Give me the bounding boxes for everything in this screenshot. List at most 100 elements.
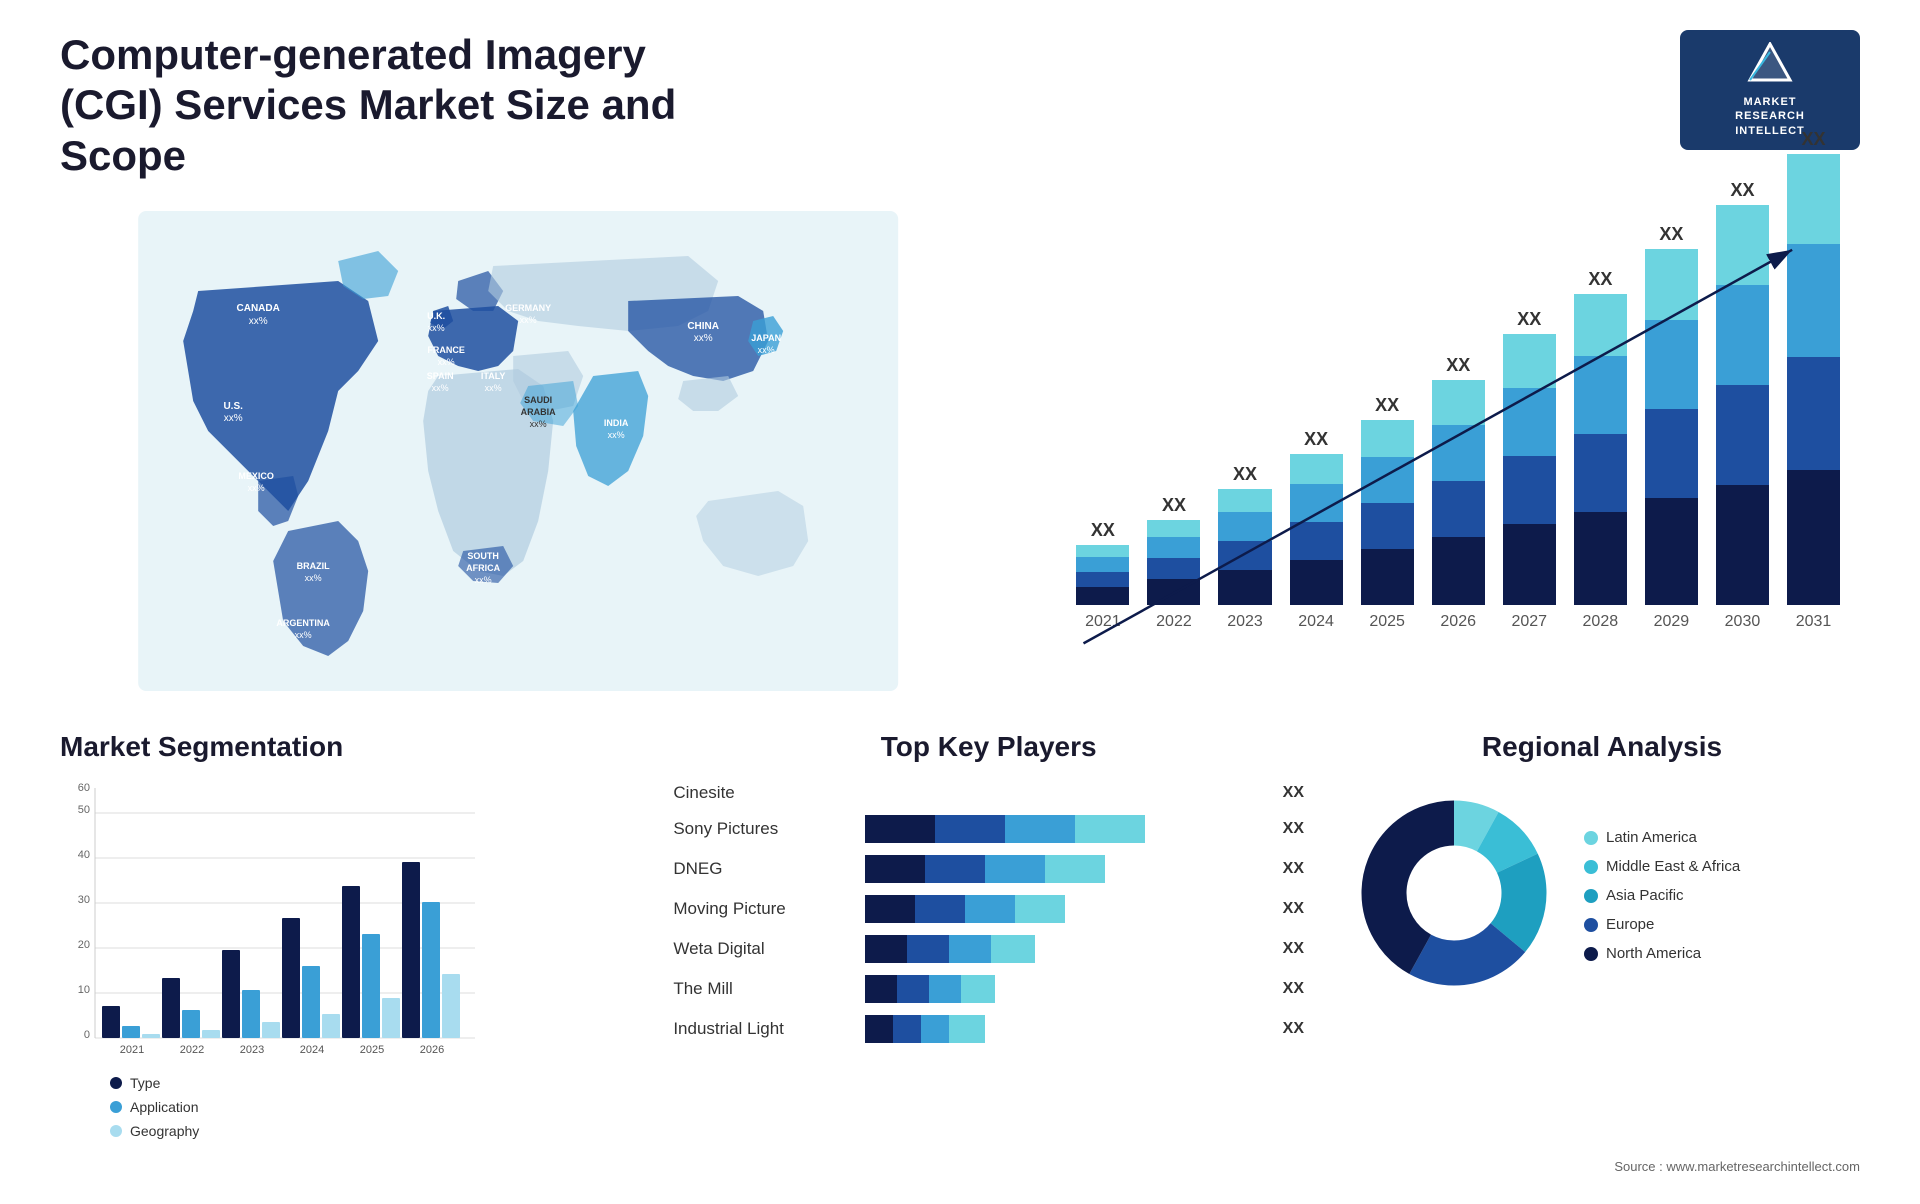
donut-legend-container: Latin America Middle East & Africa Asia … — [1344, 783, 1860, 1008]
bar-segment — [1716, 385, 1769, 485]
bar-stack-2028 — [1574, 294, 1627, 605]
player-bar — [865, 815, 1145, 843]
player-name: DNEG — [673, 859, 853, 879]
player-bar-container — [865, 935, 1262, 963]
bar-segment — [1218, 541, 1271, 570]
player-bar-container — [865, 855, 1262, 883]
svg-text:2021: 2021 — [120, 1044, 144, 1056]
svg-text:xx%: xx% — [694, 333, 713, 344]
bar-segment — [1290, 560, 1343, 605]
bar-segment — [1574, 434, 1627, 512]
bar-stack-2030 — [1716, 205, 1769, 605]
svg-text:SAUDI: SAUDI — [524, 395, 552, 405]
legend-item-europe: Europe — [1584, 916, 1740, 933]
player-value: XX — [1283, 820, 1304, 838]
bar-segment — [1147, 537, 1200, 558]
legend-dot-mea — [1584, 860, 1598, 874]
bar-segment — [1076, 557, 1129, 572]
bar-label-2026: XX — [1446, 355, 1470, 376]
svg-text:xx%: xx% — [295, 630, 312, 640]
svg-text:BRAZIL: BRAZIL — [297, 561, 330, 571]
player-bar-segment — [985, 855, 1045, 883]
legend-dot-geography — [110, 1125, 122, 1137]
bar-year-label: 2027 — [1511, 613, 1547, 631]
player-bar-container — [865, 895, 1262, 923]
player-bar-segment — [961, 975, 995, 1003]
bar-segment — [1716, 285, 1769, 385]
world-map-svg: CANADA xx% U.S. xx% MEXICO xx% BRAZIL xx… — [60, 211, 976, 691]
legend-item-type: Type — [110, 1075, 633, 1091]
player-row: DNEG XX — [673, 855, 1304, 883]
bar-segment — [1290, 484, 1343, 522]
player-bar-segment — [907, 935, 949, 963]
svg-text:30: 30 — [78, 894, 90, 906]
bar-stack-2027 — [1503, 334, 1556, 605]
bar-label-2023: XX — [1233, 464, 1257, 485]
bottom-section: Market Segmentation 0 10 20 30 40 50 60 — [60, 731, 1860, 1139]
regional-legend: Latin America Middle East & Africa Asia … — [1584, 829, 1740, 962]
bar-label-2029: XX — [1659, 224, 1683, 245]
bar-segment — [1716, 485, 1769, 605]
bar-year-label: 2024 — [1298, 613, 1334, 631]
bar-segment — [1716, 205, 1769, 285]
bar-group-2027: XX2027 — [1503, 309, 1556, 631]
bar-segment — [1218, 512, 1271, 541]
player-bar — [865, 1015, 985, 1043]
svg-text:xx%: xx% — [758, 345, 775, 355]
svg-text:JAPAN: JAPAN — [751, 333, 781, 343]
legend-dot-na — [1584, 947, 1598, 961]
player-bar-container — [865, 815, 1262, 843]
bar-year-label: 2021 — [1085, 613, 1121, 631]
bar-segment — [1503, 334, 1556, 388]
bar-segment — [1147, 579, 1200, 605]
bar-segment — [1645, 498, 1698, 605]
bar-segment — [1645, 320, 1698, 409]
grouped-bar-chart: 0 10 20 30 40 50 60 — [60, 783, 633, 1063]
bar-group-2028: XX2028 — [1574, 269, 1627, 631]
top-section: CANADA xx% U.S. xx% MEXICO xx% BRAZIL xx… — [60, 211, 1860, 691]
legend-dot-asia — [1584, 889, 1598, 903]
map-container: CANADA xx% U.S. xx% MEXICO xx% BRAZIL xx… — [60, 211, 976, 691]
bar-segment — [1361, 420, 1414, 457]
bar-segment — [1503, 524, 1556, 605]
regional-container: Regional Analysis — [1344, 731, 1860, 1008]
player-bar-container — [865, 1015, 1262, 1043]
svg-text:40: 40 — [78, 849, 90, 861]
segmentation-container: Market Segmentation 0 10 20 30 40 50 60 — [60, 731, 633, 1139]
player-value: XX — [1283, 860, 1304, 878]
svg-text:xx%: xx% — [475, 575, 492, 585]
segmentation-title: Market Segmentation — [60, 731, 633, 763]
player-bar — [865, 935, 1035, 963]
bar-stack-2022 — [1147, 520, 1200, 605]
player-bar-segment — [1005, 815, 1075, 843]
player-bar-segment — [865, 975, 897, 1003]
bar-segment — [1432, 380, 1485, 425]
player-row: Sony PicturesXX — [673, 815, 1304, 843]
bar-stack-2023 — [1218, 489, 1271, 605]
bar-group-2031: XX2031 — [1787, 129, 1840, 631]
player-name: The Mill — [673, 979, 853, 999]
bar-stack-2026 — [1432, 380, 1485, 605]
bar-segment — [1574, 512, 1627, 605]
svg-text:AFRICA: AFRICA — [466, 563, 500, 573]
svg-text:2022: 2022 — [180, 1044, 204, 1056]
player-bar-segment — [991, 935, 1035, 963]
bar-group-2023: XX2023 — [1218, 464, 1271, 631]
bar-segment — [1645, 249, 1698, 320]
bar-segment — [1503, 456, 1556, 524]
bar-label-2022: XX — [1162, 495, 1186, 516]
bar-label-2025: XX — [1375, 395, 1399, 416]
player-bar — [865, 895, 1065, 923]
svg-text:CHINA: CHINA — [687, 321, 719, 332]
bar-stack-2025 — [1361, 420, 1414, 605]
legend-item-asia-pacific: Asia Pacific — [1584, 887, 1740, 904]
svg-text:xx%: xx% — [485, 383, 502, 393]
bar-segment — [1787, 470, 1840, 605]
player-bar-segment — [935, 815, 1005, 843]
player-name: Weta Digital — [673, 939, 853, 959]
player-row: Weta DigitalXX — [673, 935, 1304, 963]
bar-segment — [1432, 481, 1485, 537]
header: Computer-generated Imagery (CGI) Service… — [60, 30, 1860, 181]
svg-text:MEXICO: MEXICO — [238, 471, 274, 481]
bar-stack-2031 — [1787, 154, 1840, 605]
